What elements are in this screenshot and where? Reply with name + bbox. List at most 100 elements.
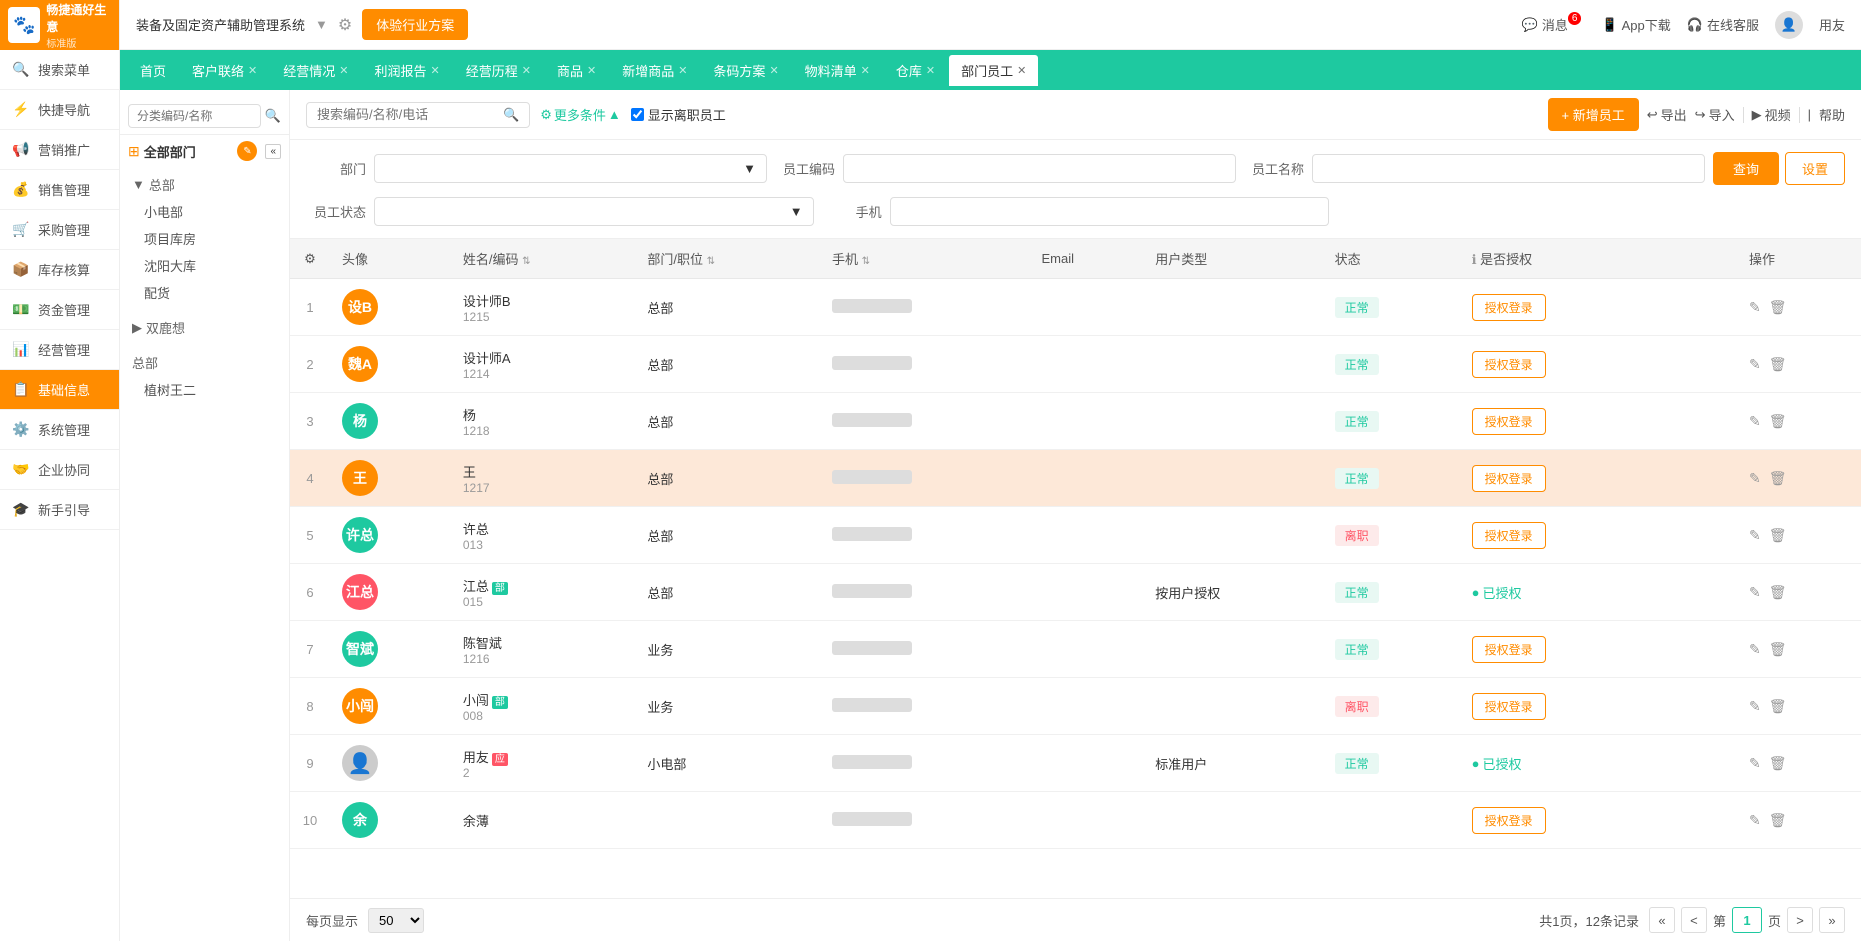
search-input[interactable] — [317, 107, 497, 122]
auth-login-btn[interactable]: 授权登录 — [1472, 807, 1546, 834]
tab-operations[interactable]: 经营情况 ✕ — [271, 55, 360, 86]
close-icon[interactable]: ✕ — [248, 64, 257, 77]
sidebar-item-system[interactable]: ⚙️ 系统管理 — [0, 410, 119, 450]
status-filter-select[interactable]: ▼ — [374, 197, 814, 226]
tab-home[interactable]: 首页 — [128, 55, 178, 86]
edit-icon[interactable]: ✎ — [1749, 527, 1761, 544]
delete-icon[interactable]: 🗑 — [1769, 698, 1787, 715]
all-dept-header[interactable]: ⊞ 全部部门 ✎ « — [120, 135, 289, 167]
dept-group-label-zongbu[interactable]: 总部 — [120, 349, 289, 376]
close-icon[interactable]: ✕ — [1017, 64, 1026, 77]
current-page[interactable]: 1 — [1732, 907, 1762, 933]
search-btn[interactable]: 查询 — [1713, 152, 1779, 185]
dropdown-arrow[interactable]: ▼ — [315, 17, 328, 32]
auth-login-btn[interactable]: 授权登录 — [1472, 636, 1546, 663]
auth-login-btn[interactable]: 授权登录 — [1472, 294, 1546, 321]
sidebar-item-search[interactable]: 🔍 搜索菜单 — [0, 50, 119, 90]
delete-icon[interactable]: 🗑 — [1769, 755, 1787, 772]
delete-icon[interactable]: 🗑 — [1769, 527, 1787, 544]
page-size-select[interactable]: 50 100 — [368, 908, 424, 933]
prev-page-btn[interactable]: < — [1681, 907, 1707, 933]
search-icon[interactable]: 🔍 — [503, 107, 519, 123]
close-icon[interactable]: ✕ — [339, 64, 348, 77]
phone-filter-input[interactable] — [890, 197, 1330, 226]
close-icon[interactable]: ✕ — [587, 64, 596, 77]
dept-child-shenyang[interactable]: 沈阳大库 — [120, 252, 289, 279]
sidebar-item-finance[interactable]: 💵 资金管理 — [0, 290, 119, 330]
auth-login-btn[interactable]: 授权登录 — [1472, 522, 1546, 549]
dept-child-project[interactable]: 项目库房 — [120, 225, 289, 252]
edit-icon[interactable]: ✎ — [1749, 755, 1761, 772]
video-btn[interactable]: ▶ 视频 — [1752, 105, 1791, 124]
trial-btn[interactable]: 体验行业方案 — [362, 9, 468, 40]
last-page-btn[interactable]: » — [1819, 907, 1845, 933]
next-page-btn[interactable]: > — [1787, 907, 1813, 933]
sidebar-item-operations[interactable]: 📊 经营管理 — [0, 330, 119, 370]
auth-login-btn[interactable]: 授权登录 — [1472, 408, 1546, 435]
delete-icon[interactable]: 🗑 — [1769, 812, 1787, 829]
delete-icon[interactable]: 🗑 — [1769, 413, 1787, 430]
user-name[interactable]: 用友 — [1819, 15, 1845, 34]
user-avatar[interactable]: 👤 — [1775, 11, 1803, 39]
tab-profit[interactable]: 利润报告 ✕ — [362, 55, 451, 86]
settings-icon[interactable]: ⚙ — [338, 15, 352, 35]
edit-icon[interactable]: ✎ — [1749, 641, 1761, 658]
close-icon[interactable]: ✕ — [678, 64, 687, 77]
add-employee-btn[interactable]: + 新增员工 — [1548, 98, 1639, 131]
tab-history[interactable]: 经营历程 ✕ — [454, 55, 543, 86]
auth-login-btn[interactable]: 授权登录 — [1472, 465, 1546, 492]
dept-group-label-general[interactable]: ▼ 总部 — [120, 171, 289, 198]
auth-login-btn[interactable]: 授权登录 — [1472, 693, 1546, 720]
collapse-icon[interactable]: « — [265, 144, 281, 159]
edit-icon[interactable]: ✎ — [1749, 812, 1761, 829]
edit-icon[interactable]: ✎ — [1749, 470, 1761, 487]
tab-department[interactable]: 部门员工 ✕ — [949, 55, 1038, 86]
import-btn[interactable]: ↪ 导入 — [1695, 105, 1735, 124]
col-settings[interactable]: ⚙ — [290, 239, 330, 279]
tab-goods[interactable]: 商品 ✕ — [545, 55, 608, 86]
dept-child-zhishu[interactable]: 植树王二 — [120, 376, 289, 403]
resigned-checkbox-input[interactable] — [631, 108, 644, 121]
dept-child-xiaodian[interactable]: 小电部 — [120, 198, 289, 225]
dept-filter-select[interactable]: ▼ — [374, 154, 767, 183]
edit-icon[interactable]: ✎ — [1749, 698, 1761, 715]
first-page-btn[interactable]: « — [1649, 907, 1675, 933]
more-filter-btn[interactable]: ⚙ 更多条件 ▲ — [540, 105, 621, 124]
edit-icon[interactable]: ✎ — [1749, 299, 1761, 316]
delete-icon[interactable]: 🗑 — [1769, 641, 1787, 658]
tab-add-goods[interactable]: 新增商品 ✕ — [610, 55, 699, 86]
online-service-btn[interactable]: 🎧 在线客服 — [1687, 15, 1759, 34]
close-icon[interactable]: ✕ — [769, 64, 778, 77]
close-icon[interactable]: ✕ — [926, 64, 935, 77]
delete-icon[interactable]: 🗑 — [1769, 299, 1787, 316]
col-name[interactable]: 姓名/编码 ⇅ — [451, 239, 636, 279]
sidebar-item-inventory[interactable]: 📦 库存核算 — [0, 250, 119, 290]
edit-icon[interactable]: ✎ — [237, 141, 257, 161]
sidebar-item-collab[interactable]: 🤝 企业协同 — [0, 450, 119, 490]
name-filter-input[interactable] — [1312, 154, 1705, 183]
app-download-btn[interactable]: 📱 App下载 — [1601, 15, 1670, 34]
edit-icon[interactable]: ✎ — [1749, 356, 1761, 373]
edit-icon[interactable]: ✎ — [1749, 584, 1761, 601]
col-dept[interactable]: 部门/职位 ⇅ — [635, 239, 820, 279]
help-btn[interactable]: | — [1808, 107, 1811, 122]
auth-login-btn[interactable]: 授权登录 — [1472, 351, 1546, 378]
close-icon[interactable]: ✕ — [522, 64, 531, 77]
tab-warehouse[interactable]: 仓库 ✕ — [884, 55, 947, 86]
tab-barcode[interactable]: 条码方案 ✕ — [701, 55, 790, 86]
dept-group-label-shuanglu[interactable]: ▶ 双鹿想 — [120, 314, 289, 341]
code-filter-input[interactable] — [843, 154, 1236, 183]
sidebar-item-purchase[interactable]: 🛒 采购管理 — [0, 210, 119, 250]
dept-child-distribution[interactable]: 配货 — [120, 279, 289, 306]
close-icon[interactable]: ✕ — [431, 64, 440, 77]
delete-icon[interactable]: 🗑 — [1769, 356, 1787, 373]
sidebar-item-basics[interactable]: 📋 基础信息 — [0, 370, 119, 410]
reset-btn[interactable]: 设置 — [1785, 152, 1845, 185]
message-btn[interactable]: 💬 消息 6 — [1522, 15, 1586, 34]
help-text-btn[interactable]: 帮助 — [1819, 105, 1845, 124]
show-resigned-checkbox[interactable]: 显示离职员工 — [631, 105, 726, 124]
sidebar-item-marketing[interactable]: 📢 营销推广 — [0, 130, 119, 170]
dept-search-input[interactable] — [128, 104, 261, 128]
tab-bom[interactable]: 物料清单 ✕ — [793, 55, 882, 86]
delete-icon[interactable]: 🗑 — [1769, 470, 1787, 487]
